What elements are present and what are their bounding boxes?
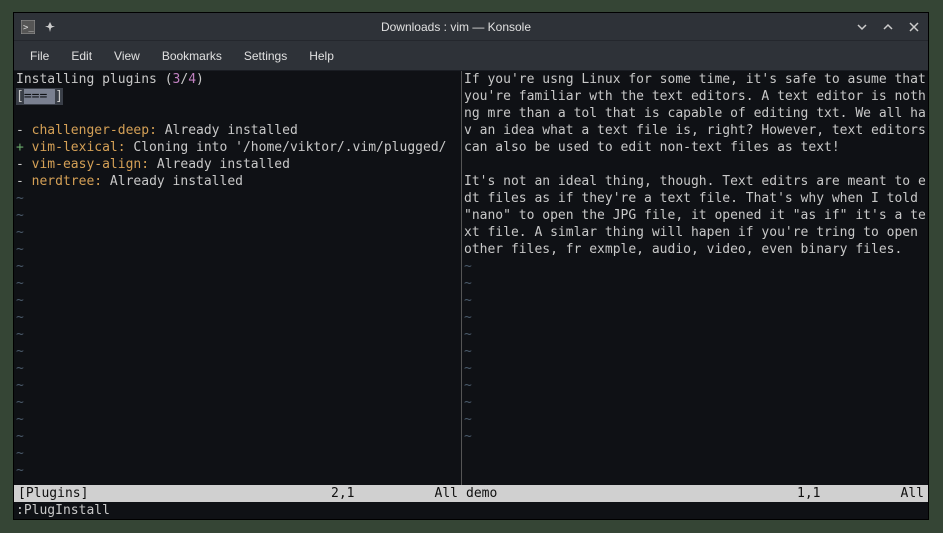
demo-paragraph-2: It's not an ideal thing, though. Text ed… (464, 174, 926, 257)
menu-file[interactable]: File (20, 45, 59, 67)
pin-icon[interactable] (42, 19, 58, 35)
window-title: Downloads : vim — Konsole (58, 20, 854, 34)
install-header-total: 4 (188, 72, 196, 87)
vim-tilde: ~ (464, 327, 472, 342)
vim-tilde: ~ (16, 242, 24, 257)
maximize-button[interactable] (880, 19, 896, 35)
plugin-status: Already installed (149, 157, 290, 172)
vim-tilde: ~ (16, 344, 24, 359)
vim-tilde: ~ (16, 327, 24, 342)
menubar: File Edit View Bookmarks Settings Help (14, 41, 928, 71)
vim-tilde: ~ (16, 259, 24, 274)
status-left-pos: 2,1 (331, 485, 434, 502)
vim-tilde: ~ (464, 293, 472, 308)
vim-tilde: ~ (16, 276, 24, 291)
demo-paragraph-1: If you're usng Linux for some time, it's… (464, 72, 928, 155)
plugin-marker: - (16, 157, 24, 172)
vim-tilde: ~ (464, 412, 472, 427)
vim-tilde: ~ (464, 395, 472, 410)
plugin-name: vim-lexical (32, 140, 118, 155)
vim-tilde: ~ (16, 463, 24, 478)
status-left-pct: All (435, 485, 458, 502)
vim-tilde: ~ (464, 276, 472, 291)
vim-right-pane[interactable]: If you're usng Linux for some time, it's… (462, 71, 928, 485)
close-button[interactable] (906, 19, 922, 35)
status-left-name: [Plugins] (18, 485, 88, 502)
vim-tilde: ~ (464, 344, 472, 359)
vim-tilde: ~ (16, 412, 24, 427)
progress-bar: [=== ] (16, 88, 63, 105)
plugin-name: nerdtree (32, 174, 95, 189)
status-right-pct: All (901, 485, 924, 502)
plugin-status: Cloning into '/home/viktor/.vim/plugged/ (126, 140, 447, 155)
plugin-marker: - (16, 123, 24, 138)
vim-tilde: ~ (16, 378, 24, 393)
vim-tilde: ~ (16, 225, 24, 240)
vim-tilde: ~ (16, 395, 24, 410)
vim-tilde: ~ (464, 378, 472, 393)
svg-text:>_: >_ (23, 23, 34, 33)
plugin-status: Already installed (102, 174, 243, 189)
status-right-name: demo (466, 485, 497, 502)
status-right-pos: 1,1 (797, 485, 900, 502)
vim-tilde: ~ (16, 429, 24, 444)
plugin-marker: + (16, 140, 24, 155)
vim-left-pane[interactable]: Installing plugins (3/4) [=== ] - challe… (14, 71, 462, 485)
vim-tilde: ~ (464, 429, 472, 444)
titlebar[interactable]: >_ Downloads : vim — Konsole (14, 13, 928, 41)
menu-help[interactable]: Help (299, 45, 344, 67)
plugin-marker: - (16, 174, 24, 189)
install-header-prefix: Installing plugins ( (16, 72, 173, 87)
vim-statusline: [Plugins] 2,1 All demo 1,1 All (14, 485, 928, 502)
vim-cmdline[interactable]: :PlugInstall (14, 502, 928, 519)
plugin-name: vim-easy-align (32, 157, 142, 172)
menu-edit[interactable]: Edit (61, 45, 102, 67)
menu-view[interactable]: View (104, 45, 150, 67)
vim-tilde: ~ (16, 361, 24, 376)
vim-tilde: ~ (16, 446, 24, 461)
install-header-suffix: ) (196, 72, 204, 87)
menu-bookmarks[interactable]: Bookmarks (152, 45, 232, 67)
vim-tilde: ~ (464, 361, 472, 376)
vim-tilde: ~ (16, 208, 24, 223)
progress-fill: === (24, 89, 55, 104)
vim-tilde: ~ (16, 310, 24, 325)
vim-tilde: ~ (464, 310, 472, 325)
plugin-status: Already installed (157, 123, 298, 138)
minimize-button[interactable] (854, 19, 870, 35)
terminal-icon: >_ (20, 19, 36, 35)
plugin-name: challenger-deep (32, 123, 149, 138)
konsole-window: >_ Downloads : vim — Konsole File Edit V… (13, 12, 929, 520)
vim-tilde: ~ (464, 259, 472, 274)
vim-tilde: ~ (16, 191, 24, 206)
vim-tilde: ~ (16, 293, 24, 308)
editor-area: Installing plugins (3/4) [=== ] - challe… (14, 71, 928, 519)
menu-settings[interactable]: Settings (234, 45, 297, 67)
